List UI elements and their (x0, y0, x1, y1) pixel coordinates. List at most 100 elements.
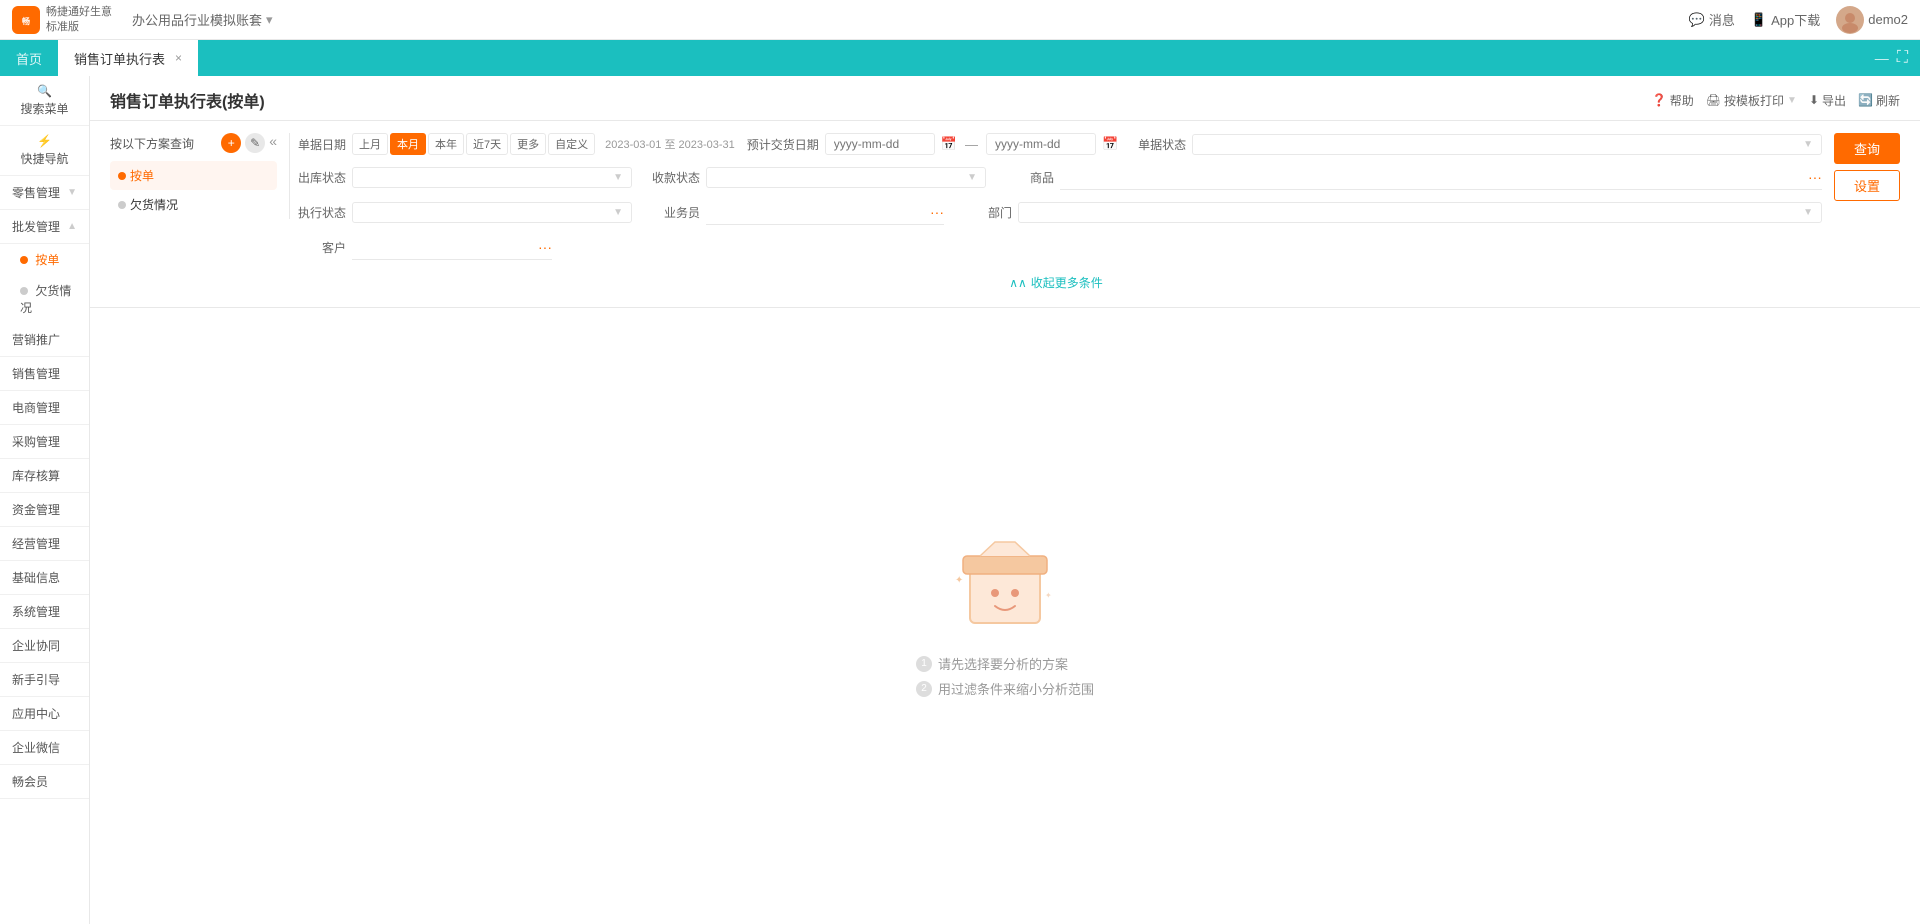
sidebar-item-by-order[interactable]: 按单 (0, 244, 89, 275)
out-status-select[interactable]: ▼ (352, 167, 632, 188)
scheme-title-label: 按以下方案查询 (110, 135, 213, 152)
export-button[interactable]: ⬇ 导出 (1809, 92, 1846, 109)
sidebar-group-newbie[interactable]: 新手引导 (0, 663, 89, 697)
setup-button[interactable]: 设置 (1834, 170, 1900, 201)
active-dot-icon (20, 256, 28, 264)
tip-text-2: 用过滤条件来缩小分析范围 (938, 679, 1094, 698)
breadcrumb: 办公用品行业模拟账套 ▾ (132, 10, 273, 29)
doc-status-label: 单据状态 (1130, 136, 1186, 153)
message-label: 消息 (1709, 10, 1735, 29)
out-status-label: 出库状态 (290, 169, 346, 186)
sidebar-search[interactable]: 🔍 搜索菜单 (0, 76, 89, 126)
empty-state: ✦ ✦ ✦ 1 请先选择要分析的方案 2 用过滤条件来缩小分析范围 (90, 308, 1920, 924)
collect-status-arrow-icon: ▼ (967, 172, 977, 183)
collapse-scheme-icon[interactable]: « (269, 133, 277, 153)
sidebar-group-system[interactable]: 系统管理 (0, 595, 89, 629)
filter-date-item: 单据日期 上月 本月 本年 近7天 更多 自定义 2023-03-01 至 20… (290, 133, 735, 155)
sidebar-group-inventory[interactable]: 库存核算 (0, 459, 89, 493)
scheme-item-byorder[interactable]: 按单 (110, 161, 277, 190)
svg-text:✦: ✦ (1045, 591, 1052, 600)
calendar-end-icon[interactable]: 📅 (1102, 136, 1118, 152)
sidebar-group-operations[interactable]: 经营管理 (0, 527, 89, 561)
sidebar-item-backorder[interactable]: 欠货情况 (0, 275, 89, 323)
sidebar-group-member[interactable]: 畅会员 (0, 765, 89, 799)
collapse-up-icon: ∧∧ (1009, 276, 1027, 290)
sidebar-group-system-label: 系统管理 (12, 603, 60, 620)
customer-more-icon[interactable]: ··· (538, 239, 552, 255)
print-dropdown-icon[interactable]: ▼ (1787, 95, 1797, 106)
top-nav-right: 💬 消息 📱 App下载 demo2 (1689, 6, 1908, 34)
tab-close-icon[interactable]: × (175, 51, 182, 65)
export-label: 导出 (1822, 92, 1846, 109)
sidebar-group-base-label: 基础信息 (12, 569, 60, 586)
exec-status-select[interactable]: ▼ (352, 202, 632, 223)
filter-product-item: 商品 ··· (998, 165, 1822, 190)
app-download-button[interactable]: 📱 App下载 (1751, 10, 1820, 29)
user-menu[interactable]: demo2 (1836, 6, 1908, 34)
collapse-label: 收起更多条件 (1031, 274, 1103, 291)
date-this-year-btn[interactable]: 本年 (428, 133, 464, 155)
filter-wrap: 按以下方案查询 + ✎ « 按单 (110, 133, 1900, 295)
doc-status-select[interactable]: ▼ (1192, 134, 1822, 155)
chevron-down-icon: ▼ (67, 187, 77, 198)
date-custom-btn[interactable]: 自定义 (548, 133, 595, 155)
forecast-date-start[interactable] (825, 133, 935, 155)
sidebar-group-sales[interactable]: 销售管理 (0, 357, 89, 391)
tab-minimize-icon[interactable]: — (1875, 50, 1889, 66)
sidebar-group-wholesale-label: 批发管理 (12, 218, 60, 235)
collapse-button[interactable]: ∧∧ 收起更多条件 (290, 270, 1822, 295)
date-7days-btn[interactable]: 近7天 (466, 133, 508, 155)
sidebar-group-ecommerce[interactable]: 电商管理 (0, 391, 89, 425)
sidebar-group-corp[interactable]: 企业协同 (0, 629, 89, 663)
print-label: 按模板打印 (1724, 92, 1784, 109)
date-last-month-btn[interactable]: 上月 (352, 133, 388, 155)
sidebar-group-base[interactable]: 基础信息 (0, 561, 89, 595)
sidebar-group-purchase[interactable]: 采购管理 (0, 425, 89, 459)
add-scheme-button[interactable]: + (221, 133, 241, 153)
scheme-item-backorder[interactable]: 欠货情况 (110, 190, 277, 219)
breadcrumb-arrow-icon[interactable]: ▾ (266, 12, 273, 28)
svg-text:畅: 畅 (22, 16, 30, 26)
date-more-btn[interactable]: 更多 (510, 133, 546, 155)
sidebar-group-wechat[interactable]: 企业微信 (0, 731, 89, 765)
exec-status-label: 执行状态 (290, 204, 346, 221)
scheme-icons: + ✎ « (221, 133, 277, 153)
sidebar-group-marketing[interactable]: 营销推广 (0, 323, 89, 357)
sidebar-group-wholesale[interactable]: 批发管理 ▲ (0, 210, 89, 244)
date-this-month-btn[interactable]: 本月 (390, 133, 426, 155)
tab-fullscreen-icon[interactable]: ⛶ (1897, 49, 1908, 67)
print-button[interactable]: 🖨 按模板打印 ▼ (1706, 92, 1797, 109)
product-more-icon[interactable]: ··· (1808, 169, 1822, 185)
help-icon: ❓ (1652, 93, 1667, 107)
username-label: demo2 (1868, 12, 1908, 27)
page-header: 销售订单执行表(按单) ❓ 帮助 🖨 按模板打印 ▼ ⬇ 导出 🔄 刷新 (90, 76, 1920, 121)
logo-icon: 畅 (12, 6, 40, 34)
dept-select[interactable]: ▼ (1018, 202, 1822, 223)
sidebar-group-retail[interactable]: 零售管理 ▼ (0, 176, 89, 210)
sidebar-group-appstore[interactable]: 应用中心 (0, 697, 89, 731)
tab-home[interactable]: 首页 (0, 40, 58, 76)
help-label: 帮助 (1670, 92, 1694, 109)
salesman-more-icon[interactable]: ··· (930, 204, 944, 220)
tab-bar: 首页 销售订单执行表 × — ⛶ (0, 40, 1920, 76)
main-layout: 🔍 搜索菜单 ⚡ 快捷导航 零售管理 ▼ 批发管理 ▲ 按单 欠货情况 营销推广… (0, 76, 1920, 924)
date-quick-buttons: 上月 本月 本年 近7天 更多 自定义 (352, 133, 595, 155)
quick-nav-icon: ⚡ (37, 134, 52, 148)
search-icon: 🔍 (37, 84, 52, 98)
calendar-start-icon[interactable]: 📅 (941, 136, 957, 152)
svg-text:✦: ✦ (1035, 553, 1047, 569)
sidebar-quick-nav[interactable]: ⚡ 快捷导航 (0, 126, 89, 176)
sidebar-group-finance[interactable]: 资金管理 (0, 493, 89, 527)
edit-scheme-button[interactable]: ✎ (245, 133, 265, 153)
refresh-button[interactable]: 🔄 刷新 (1858, 92, 1900, 109)
forecast-date-end[interactable] (986, 133, 1096, 155)
help-button[interactable]: ❓ 帮助 (1652, 92, 1694, 109)
collect-status-select[interactable]: ▼ (706, 167, 986, 188)
sidebar-group-appstore-label: 应用中心 (12, 705, 60, 722)
salesman-label: 业务员 (644, 204, 700, 221)
message-button[interactable]: 💬 消息 (1689, 10, 1735, 29)
active-tab-label: 销售订单执行表 (74, 49, 165, 68)
tab-sales-order[interactable]: 销售订单执行表 × (58, 40, 198, 76)
query-button[interactable]: 查询 (1834, 133, 1900, 164)
filter-out-status-item: 出库状态 ▼ (290, 167, 632, 188)
